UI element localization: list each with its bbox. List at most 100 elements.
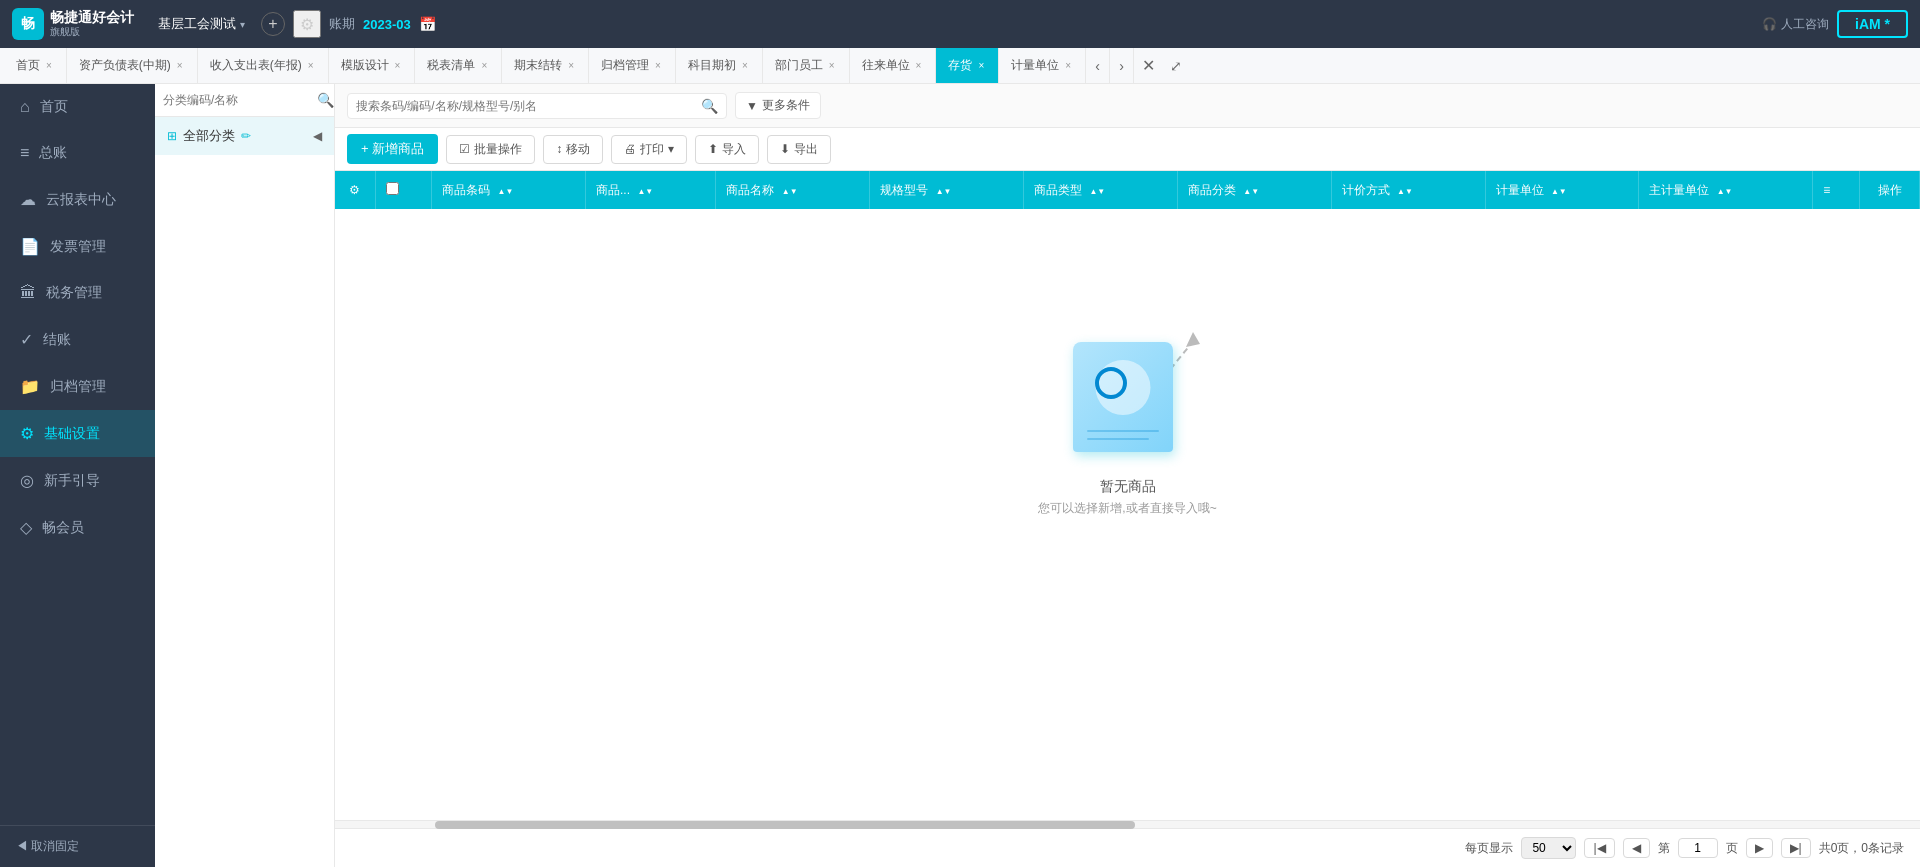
collapse-icon[interactable]: ◀ [313, 129, 322, 143]
table-col-spec[interactable]: 规格型号 ▲▼ [870, 171, 1024, 209]
tab-unit-measure[interactable]: 计量单位 × [999, 48, 1086, 84]
page-number-input[interactable] [1678, 838, 1718, 858]
import-label: 导入 [722, 141, 746, 158]
page-label: 页 [1726, 840, 1738, 857]
edit-icon[interactable]: ✏ [241, 129, 251, 143]
tab-close-icon[interactable]: × [914, 59, 924, 72]
tab-close-all-button[interactable]: ✕ [1134, 48, 1162, 84]
tab-expand-button[interactable]: ⤢ [1162, 48, 1190, 84]
new-product-button[interactable]: + 新增商品 [347, 134, 438, 164]
tab-label: 模版设计 [341, 57, 389, 74]
sort-icon: ▲▼ [782, 188, 798, 196]
tab-subject-init[interactable]: 科目期初 × [676, 48, 763, 84]
table-col-unit[interactable]: 计量单位 ▲▼ [1485, 171, 1639, 209]
table-col-extra[interactable]: ≡ [1813, 171, 1860, 209]
sidebar-item-general-ledger[interactable]: ≡ 总账 [0, 130, 155, 176]
sidebar-item-basic-settings[interactable]: ⚙ 基础设置 [0, 410, 155, 457]
settings-button[interactable]: ⚙ [293, 10, 321, 38]
category-search-bar: 🔍 [155, 84, 334, 117]
customer-service-button[interactable]: 🎧 人工咨询 [1762, 16, 1829, 33]
sort-icon: ▲▼ [498, 188, 514, 196]
move-icon: ↕ [556, 142, 562, 156]
table-col-main-unit[interactable]: 主计量单位 ▲▼ [1639, 171, 1813, 209]
search-bar: 🔍 ▼ 更多条件 [335, 84, 1920, 128]
company-selector[interactable]: 基层工会测试 ▾ [150, 11, 253, 37]
sidebar-item-cloud-reports[interactable]: ☁ 云报表中心 [0, 176, 155, 223]
tab-close-icon[interactable]: × [653, 59, 663, 72]
tab-income-statement[interactable]: 收入支出表(年报) × [198, 48, 329, 84]
import-button[interactable]: ⬆ 导入 [695, 135, 759, 164]
page-size-select[interactable]: 50 100 200 [1521, 837, 1576, 859]
tab-close-icon[interactable]: × [566, 59, 576, 72]
tab-template-design[interactable]: 模版设计 × [329, 48, 416, 84]
tab-close-icon[interactable]: × [1063, 59, 1073, 72]
logo-icon: 畅 [12, 8, 44, 40]
move-button[interactable]: ↕ 移动 [543, 135, 603, 164]
sidebar-item-invoice-mgmt[interactable]: 📄 发票管理 [0, 223, 155, 270]
page-label-prefix: 第 [1658, 840, 1670, 857]
next-page-button[interactable]: ▶ [1746, 838, 1773, 858]
first-page-button[interactable]: |◀ [1584, 838, 1614, 858]
tab-dept-employee[interactable]: 部门员工 × [763, 48, 850, 84]
tab-home[interactable]: 首页 × [4, 48, 67, 84]
tab-close-icon[interactable]: × [175, 59, 185, 72]
table-col-name[interactable]: 商品名称 ▲▼ [716, 171, 870, 209]
tab-label: 收入支出表(年报) [210, 57, 302, 74]
table-col-category[interactable]: 商品分类 ▲▼ [1177, 171, 1331, 209]
horizontal-scrollbar[interactable] [335, 820, 1920, 828]
export-button[interactable]: ⬇ 导出 [767, 135, 831, 164]
search-input-wrap: 🔍 [347, 93, 727, 119]
tab-close-icon[interactable]: × [976, 59, 986, 72]
table-checkbox-col[interactable] [375, 171, 432, 209]
archive-icon: 📁 [20, 377, 40, 396]
more-filter-button[interactable]: ▼ 更多条件 [735, 92, 821, 119]
tab-balance-sheet[interactable]: 资产负债表(中期) × [67, 48, 198, 84]
iam-button[interactable]: iAM * [1837, 10, 1908, 38]
batch-operation-button[interactable]: ☑ 批量操作 [446, 135, 535, 164]
search-icon[interactable]: 🔍 [701, 98, 718, 114]
sidebar-item-member[interactable]: ◇ 畅会员 [0, 504, 155, 551]
tab-archive-mgmt[interactable]: 归档管理 × [589, 48, 676, 84]
sort-icon: ▲▼ [637, 188, 653, 196]
table-col-barcode[interactable]: 商品条码 ▲▼ [432, 171, 586, 209]
sidebar-item-archive[interactable]: 📁 归档管理 [0, 363, 155, 410]
calendar-icon[interactable]: 📅 [419, 16, 436, 32]
print-button[interactable]: 🖨 打印 ▾ [611, 135, 687, 164]
sidebar-item-home[interactable]: ⌂ 首页 [0, 84, 155, 130]
tab-bar: 首页 × 资产负债表(中期) × 收入支出表(年报) × 模版设计 × 税表清单… [0, 48, 1920, 84]
tab-close-icon[interactable]: × [306, 59, 316, 72]
category-all-item[interactable]: ⊞ 全部分类 ✏ ◀ [155, 117, 334, 155]
sidebar-item-label: 基础设置 [44, 425, 100, 443]
tab-period-carry[interactable]: 期末结转 × [502, 48, 589, 84]
tab-close-icon[interactable]: × [393, 59, 403, 72]
select-all-checkbox[interactable] [386, 182, 399, 195]
tab-label: 存货 [948, 57, 972, 74]
product-search-input[interactable] [356, 99, 697, 113]
table-col-type[interactable]: 商品类型 ▲▼ [1024, 171, 1178, 209]
category-search-icon[interactable]: 🔍 [317, 92, 334, 108]
add-company-button[interactable]: + [261, 12, 285, 36]
table-settings-col[interactable]: ⚙ [335, 171, 375, 209]
sidebar-item-checkout[interactable]: ✓ 结账 [0, 316, 155, 363]
tab-scroll-right-button[interactable]: › [1110, 48, 1134, 84]
last-page-button[interactable]: ▶| [1781, 838, 1811, 858]
table-col-code[interactable]: 商品... ▲▼ [586, 171, 716, 209]
tab-close-icon[interactable]: × [740, 59, 750, 72]
sidebar-item-tax-mgmt[interactable]: 🏛 税务管理 [0, 270, 155, 316]
prev-page-button[interactable]: ◀ [1623, 838, 1650, 858]
tab-tax-list[interactable]: 税表清单 × [415, 48, 502, 84]
tab-close-icon[interactable]: × [44, 59, 54, 72]
category-search-input[interactable] [163, 93, 313, 107]
tab-contact-units[interactable]: 往来单位 × [850, 48, 937, 84]
svg-marker-0 [1186, 332, 1200, 347]
empty-desc: 您可以选择新增,或者直接导入哦~ [1038, 500, 1216, 517]
tab-close-icon[interactable]: × [479, 59, 489, 72]
export-icon: ⬇ [780, 142, 790, 156]
tab-scroll-left-button[interactable]: ‹ [1086, 48, 1110, 84]
cancel-fixed-button[interactable]: ◀ 取消固定 [0, 825, 155, 867]
tab-close-icon[interactable]: × [827, 59, 837, 72]
table-col-pricing[interactable]: 计价方式 ▲▼ [1331, 171, 1485, 209]
sidebar-item-guide[interactable]: ◎ 新手引导 [0, 457, 155, 504]
tab-inventory[interactable]: 存货 × [936, 48, 999, 84]
scrollbar-thumb[interactable] [435, 821, 1135, 829]
